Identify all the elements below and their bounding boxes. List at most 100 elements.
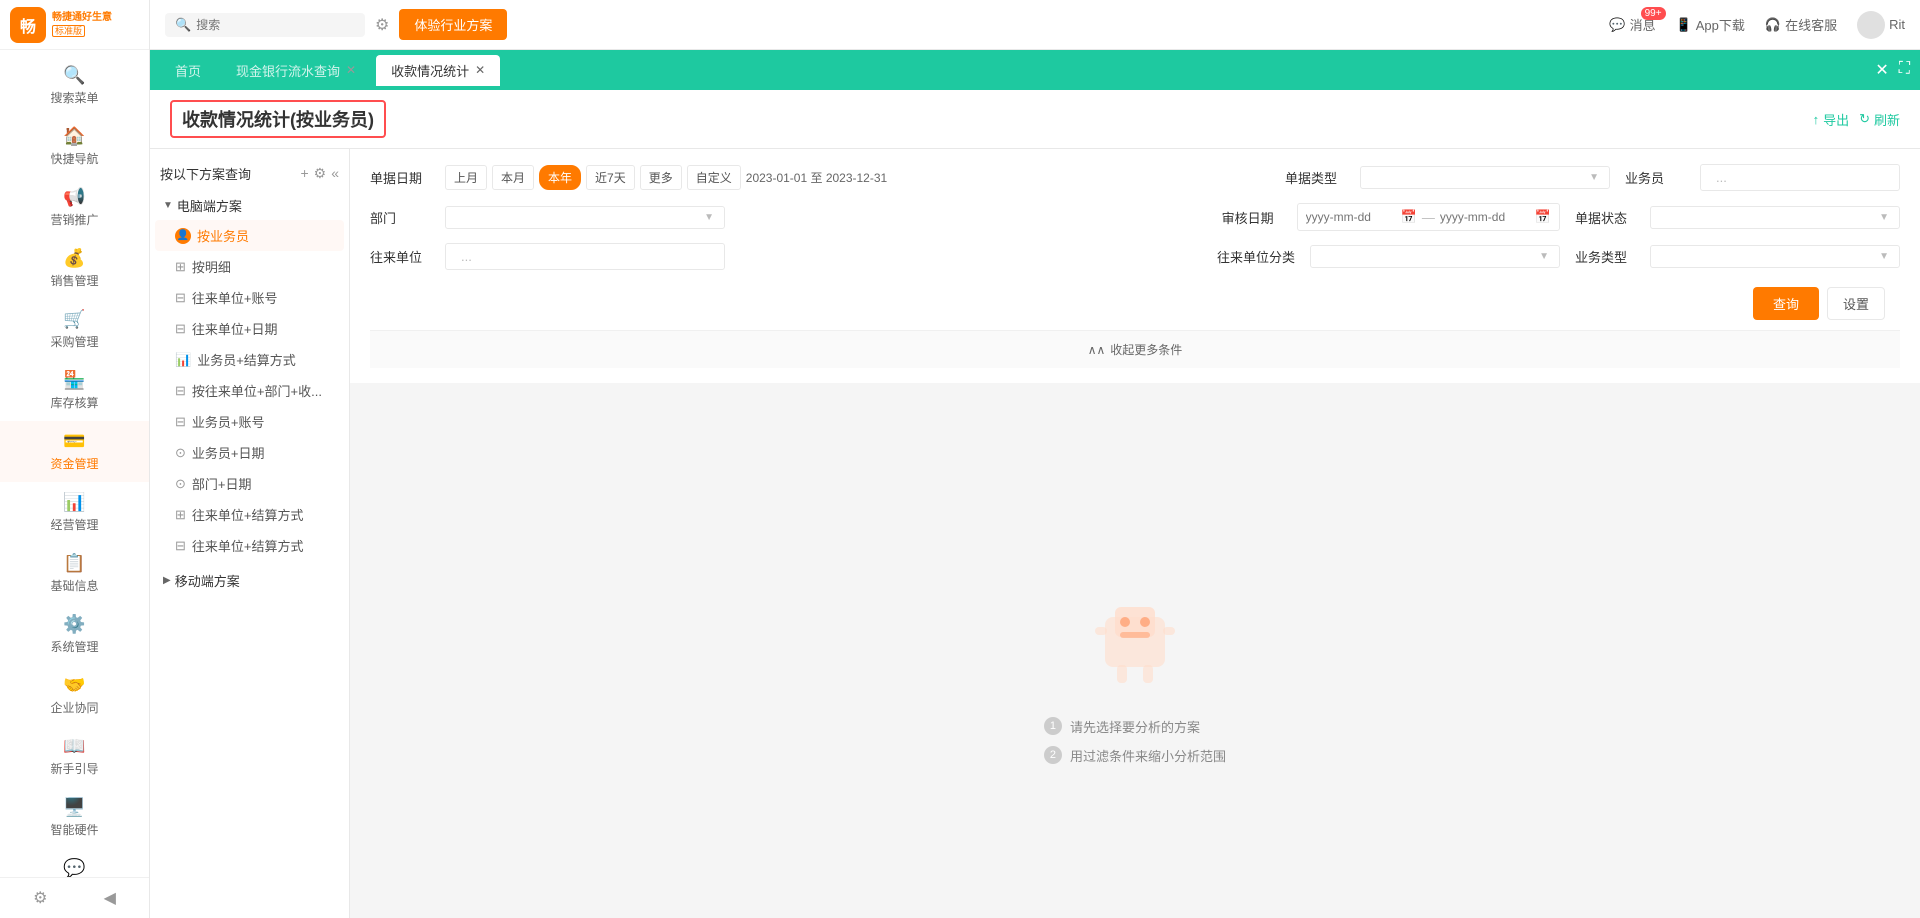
- collapse-bar[interactable]: ∧∧ 收起更多条件: [370, 330, 1900, 368]
- sidebar-item-system[interactable]: ⚙️ 系统管理: [0, 604, 149, 665]
- scheme-partner-settlement1[interactable]: ⊞ 往来单位+结算方式: [155, 499, 344, 530]
- desktop-scheme-items: 👤 按业务员 ⊞ 按明细 ⊟ 往来单位+账号 ⊟: [155, 220, 344, 561]
- dept-dropdown-icon: ▼: [704, 212, 714, 223]
- calendar-start-icon: 📅: [1401, 209, 1417, 225]
- sidebar-item-capital[interactable]: 💳 资金管理: [0, 421, 149, 482]
- desktop-group-label: 电脑端方案: [177, 196, 242, 215]
- sidebar-item-quicknav[interactable]: 🏠 快捷导航: [0, 116, 149, 177]
- sidebar-item-inventory[interactable]: 🏪 库存核算: [0, 360, 149, 421]
- topbar-search-box[interactable]: 🔍: [165, 13, 365, 37]
- collection-stats-tab-close[interactable]: ✕: [475, 63, 485, 77]
- sidebar-item-operation[interactable]: 📊 经营管理: [0, 482, 149, 543]
- sidebar-settings-btn[interactable]: ⚙: [33, 888, 47, 908]
- sidebar-item-newbie[interactable]: 📖 新手引导: [0, 726, 149, 787]
- partner-category-label: 往来单位分类: [1217, 247, 1295, 266]
- last-month-btn[interactable]: 上月: [445, 165, 487, 190]
- app-download-btn[interactable]: 📱 App下载: [1676, 15, 1745, 34]
- audit-date-range[interactable]: 📅 — 📅: [1297, 203, 1560, 231]
- user-profile-btn[interactable]: Rit: [1857, 11, 1905, 39]
- custom-btn[interactable]: 自定义: [687, 165, 741, 190]
- sidebar-item-search[interactable]: 🔍 搜索菜单: [0, 55, 149, 116]
- audit-date-label: 审核日期: [1222, 208, 1282, 227]
- scheme-partner-date[interactable]: ⊟ 往来单位+日期: [155, 313, 344, 344]
- scheme-by-salesman[interactable]: 👤 按业务员: [155, 220, 344, 251]
- audit-date-start[interactable]: [1306, 210, 1396, 224]
- filter-settings-btn[interactable]: 设置: [1827, 287, 1885, 320]
- partner-account-icon: ⊟: [175, 290, 186, 306]
- export-icon: ↑: [1813, 112, 1820, 127]
- bill-status-label: 单据状态: [1575, 208, 1635, 227]
- scheme-dept-date-label: 部门+日期: [192, 474, 252, 493]
- more-btn[interactable]: 更多: [640, 165, 682, 190]
- scheme-partner-dept[interactable]: ⊟ 按往来单位+部门+收...: [155, 375, 344, 406]
- content-area: 收款情况统计(按业务员) ↑ 导出 ↻ 刷新 按以下方案查询: [150, 90, 1920, 918]
- bill-status-select[interactable]: ▼: [1650, 206, 1900, 229]
- message-btn[interactable]: 💬 消息 99+: [1609, 15, 1655, 34]
- phone-icon: 📱: [1676, 17, 1692, 33]
- sidebar-item-basic[interactable]: 📋 基础信息: [0, 543, 149, 604]
- tip-item-1: 1 请先选择要分析的方案: [1044, 717, 1226, 736]
- salesman-more-icon[interactable]: ...: [1716, 170, 1727, 185]
- refresh-btn[interactable]: ↻ 刷新: [1859, 110, 1900, 129]
- business-type-select[interactable]: ▼: [1650, 245, 1900, 268]
- search-menu-icon: 🔍: [63, 65, 85, 86]
- filter-row-3: 往来单位 ... 往来单位分类 ▼ 业务类型: [370, 243, 1900, 270]
- scheme-salesman-date[interactable]: ⊙ 业务员+日期: [155, 437, 344, 468]
- tab-collection-stats[interactable]: 收款情况统计 ✕: [376, 55, 500, 86]
- add-scheme-btn[interactable]: +: [300, 165, 308, 182]
- last-7days-btn[interactable]: 近7天: [586, 165, 635, 190]
- tab-bank-flow[interactable]: 现金银行流水查询 ✕: [221, 55, 371, 86]
- sidebar-item-marketing[interactable]: 📢 营销推广: [0, 177, 149, 238]
- scheme-by-details[interactable]: ⊞ 按明细: [155, 251, 344, 282]
- partner-category-dropdown-icon: ▼: [1539, 251, 1549, 262]
- scheme-settings-btn[interactable]: ⚙: [314, 165, 327, 182]
- this-year-btn[interactable]: 本年: [539, 165, 581, 190]
- mobile-expand-icon: ▶: [163, 575, 171, 586]
- tab-home[interactable]: 首页: [160, 55, 216, 86]
- sidebar-collapse-btn[interactable]: ◀‌‌‌‌‌: [104, 888, 116, 908]
- sidebar-item-purchase[interactable]: 🛒 采购管理: [0, 299, 149, 360]
- capital-icon: 💳: [63, 431, 85, 452]
- partner-category-select[interactable]: ▼: [1310, 245, 1560, 268]
- dept-label: 部门: [370, 208, 430, 227]
- topbar-left: 🔍 ⚙ 体验行业方案: [165, 9, 507, 40]
- basic-icon: 📋: [63, 553, 85, 574]
- gear-icon[interactable]: ⚙: [375, 15, 389, 35]
- tab-maximize-btn[interactable]: ⛶: [1899, 60, 1910, 80]
- partner-settlement1-icon: ⊞: [175, 507, 186, 523]
- partner-select[interactable]: ...: [445, 243, 725, 270]
- system-icon: ⚙️: [63, 614, 85, 635]
- scheme-partner-settlement1-label: 往来单位+结算方式: [192, 505, 304, 524]
- sidebar-item-enterprise[interactable]: 🤝 企业协同: [0, 665, 149, 726]
- tab-close-all-btn[interactable]: ✕: [1875, 60, 1888, 80]
- export-btn[interactable]: ↑ 导出: [1813, 110, 1850, 129]
- sidebar-item-hardware[interactable]: 🖥️ 智能硬件: [0, 787, 149, 848]
- bank-flow-tab-close[interactable]: ✕: [346, 63, 356, 77]
- salesman-label: 业务员: [1625, 168, 1685, 187]
- audit-date-end[interactable]: [1440, 210, 1530, 224]
- scheme-salesman-settlement[interactable]: 📊 业务员+结算方式: [155, 344, 344, 375]
- scheme-partner-settlement2[interactable]: ⊟ 往来单位+结算方式: [155, 530, 344, 561]
- sidebar-item-sales[interactable]: 💰 销售管理: [0, 238, 149, 299]
- page-title: 收款情况统计(按业务员): [182, 110, 374, 130]
- scheme-dept-date[interactable]: ⊙ 部门+日期: [155, 468, 344, 499]
- sales-icon: 💰: [63, 248, 85, 269]
- desktop-group-header[interactable]: ▼ 电脑端方案: [155, 191, 344, 220]
- scheme-salesman-account[interactable]: ⊟ 业务员+账号: [155, 406, 344, 437]
- partner-date-icon: ⊟: [175, 321, 186, 337]
- bill-type-select[interactable]: ▼: [1360, 166, 1610, 189]
- search-input[interactable]: [196, 18, 346, 32]
- mobile-group-header[interactable]: ▶ 移动端方案: [155, 566, 344, 595]
- online-service-btn[interactable]: 🎧 在线客服: [1765, 15, 1837, 34]
- quicknav-icon: 🏠: [63, 126, 85, 147]
- trial-btn[interactable]: 体验行业方案: [399, 9, 507, 40]
- this-month-btn[interactable]: 本月: [492, 165, 534, 190]
- query-btn[interactable]: 查询: [1753, 287, 1819, 320]
- collection-stats-tab-label: 收款情况统计: [391, 61, 469, 80]
- salesman-select[interactable]: ...: [1700, 164, 1900, 191]
- panel-collapse-btn[interactable]: «: [331, 165, 339, 182]
- dept-select[interactable]: ▼: [445, 206, 725, 229]
- partner-more-icon[interactable]: ...: [461, 249, 472, 264]
- scheme-partner-account[interactable]: ⊟ 往来单位+账号: [155, 282, 344, 313]
- sidebar-item-wechat[interactable]: 💬 企业微信: [0, 848, 149, 877]
